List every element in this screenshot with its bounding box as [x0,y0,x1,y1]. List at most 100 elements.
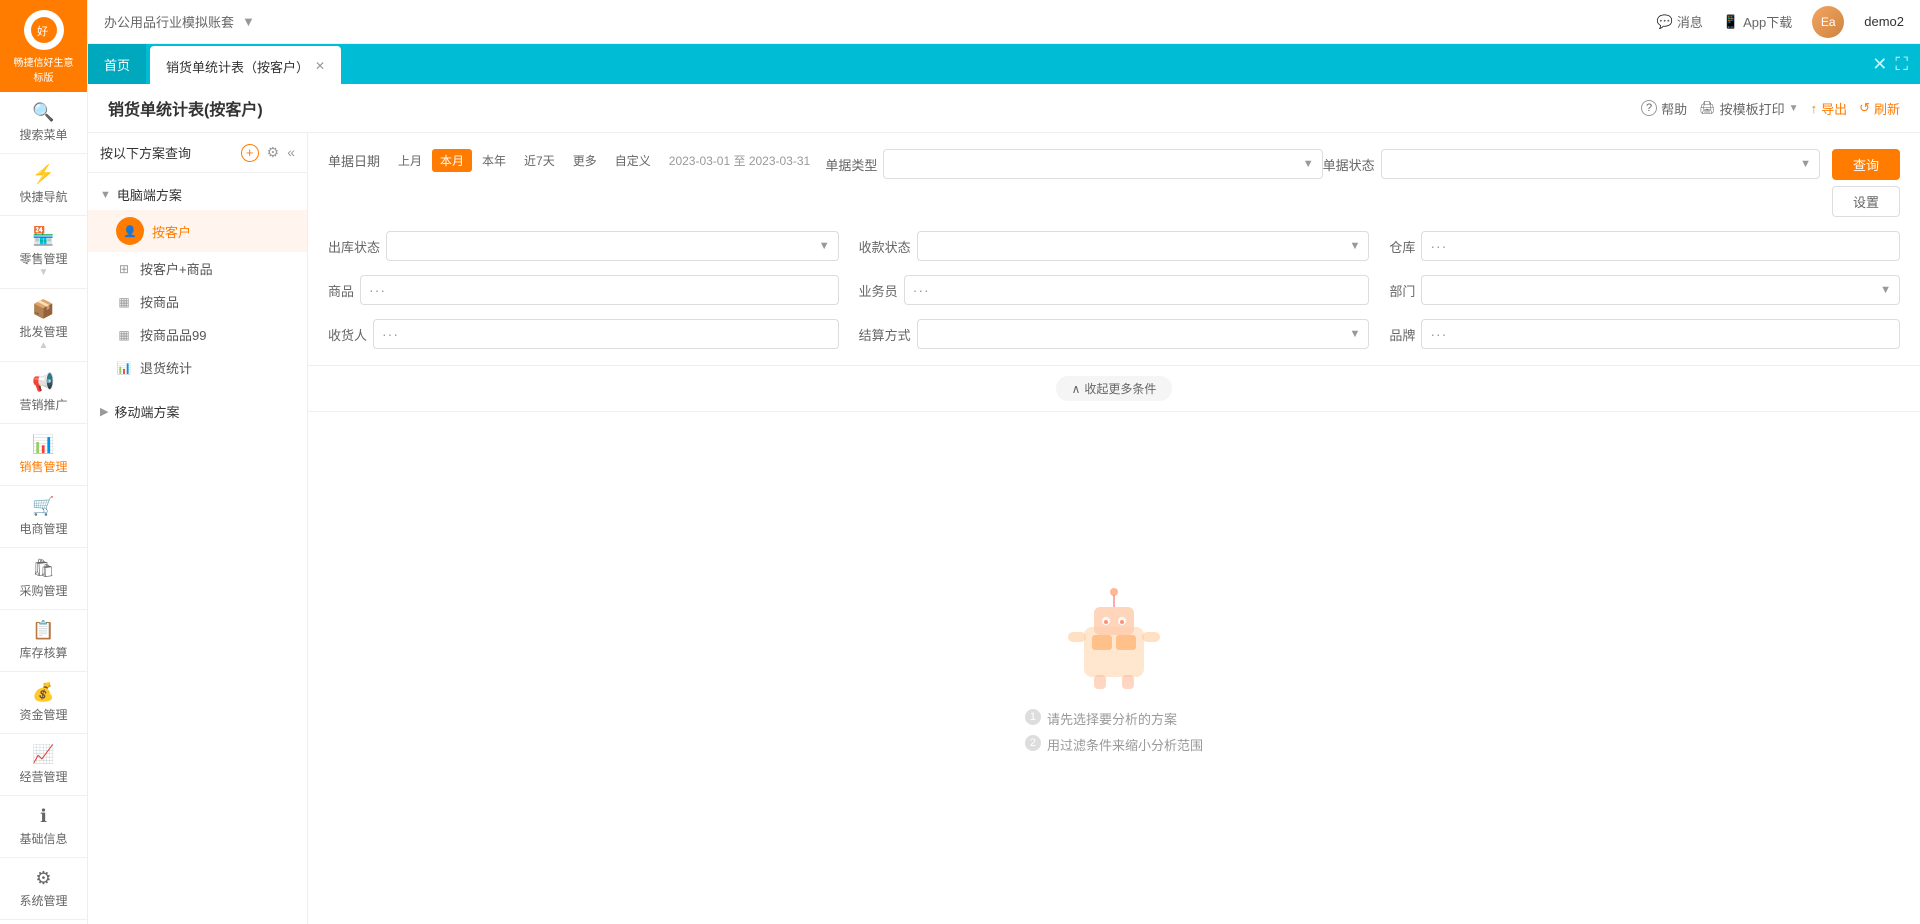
collapse-panel-icon[interactable]: « [287,144,295,162]
logo-icon: 好 [24,10,64,50]
help-btn[interactable]: ? 帮助 [1641,99,1687,118]
tip-item-2: 2 用过滤条件来缩小分析范围 [1025,733,1203,759]
mobile-scheme-group-header[interactable]: ▶ 移动端方案 [88,396,307,427]
status-input[interactable]: ▼ [1381,149,1820,179]
pc-group-label: 电脑端方案 [117,185,182,204]
sidebar-item-search[interactable]: 🔍 搜索菜单 [0,92,87,154]
query-button[interactable]: 查询 [1832,149,1900,180]
sidebar: 好 畅捷信好生意 标版 🔍 搜索菜单 ⚡ 快捷导航 🏪 零售管理 ▼ 📦 批发管… [0,0,88,924]
sidebar-item-system[interactable]: ⚙ 系统管理 [0,858,87,920]
goods-dots: ··· [369,282,386,298]
scheme-item-return-stat[interactable]: 📊 退货统计 [88,351,307,384]
sidebar-item-basic[interactable]: ℹ 基础信息 [0,796,87,858]
tab-close-all-icon[interactable]: ✕ [1872,54,1887,75]
sidebar-item-retail[interactable]: 🏪 零售管理 ▼ [0,216,87,289]
sidebar-item-sales[interactable]: 📊 销售管理 [0,424,87,486]
collapse-btn[interactable]: ∧ 收起更多条件 [1056,376,1173,401]
tab-close-icon[interactable]: ✕ [315,59,325,73]
top-header-left: 办公用品行业模拟账套 ▼ [104,12,255,31]
page-content: 销货单统计表(按客户) ? 帮助 🖨 按模板打印 ▼ ↑ 导出 ↺ 刷新 [88,84,1920,924]
date-tab-this-year[interactable]: 本年 [474,149,514,172]
sidebar-item-label: 搜索菜单 [19,126,67,143]
tab-expand-icon[interactable]: ⛶ [1895,54,1908,75]
mobile-group-arrow: ▶ [100,405,108,418]
pc-scheme-group-header[interactable]: ▼ 电脑端方案 [88,179,307,210]
sidebar-item-wholesale[interactable]: 📦 批发管理 ▲ [0,289,87,362]
receiver-dots: ··· [382,326,399,342]
svg-text:好: 好 [37,24,48,38]
username[interactable]: demo2 [1864,14,1904,29]
page-actions: ? 帮助 🖨 按模板打印 ▼ ↑ 导出 ↺ 刷新 [1641,99,1900,118]
app-download-btn[interactable]: 📱 App下载 [1723,12,1792,31]
tab-right-controls: ✕ ⛶ [1872,54,1920,75]
out-status-input[interactable]: ▼ [386,231,839,261]
empty-illustration [1054,577,1174,697]
scheme-item-customer-goods[interactable]: ⊞ 按客户+商品 [88,252,307,285]
customer-dot-icon: 👤 [123,225,137,238]
date-tab-last-month[interactable]: 上月 [390,149,430,172]
add-scheme-icon[interactable]: + [241,144,259,162]
tip-text-2: 用过滤条件来缩小分析范围 [1047,733,1203,759]
scheme-item-by-customer[interactable]: 👤 按客户 [88,210,307,252]
dept-input[interactable]: ▼ [1421,275,1900,305]
customer-active-dot: 👤 [116,217,144,245]
collapse-label: 收起更多条件 [1084,380,1156,397]
sidebar-item-quicknav[interactable]: ⚡ 快捷导航 [0,154,87,216]
sidebar-item-enterprise[interactable]: 🤝 企业协同 [0,920,87,924]
tab-sales-stat[interactable]: 销货单统计表（按客户） ✕ [150,46,341,86]
settings-button[interactable]: 设置 [1832,186,1900,217]
scheme-item-by-goods-99[interactable]: ▦ 按商品品99 [88,318,307,351]
scheme-header-label: 按以下方案查询 [100,143,191,162]
sidebar-item-finance[interactable]: 💰 资金管理 [0,672,87,734]
settlement-dropdown-icon: ▼ [1349,328,1360,340]
message-btn[interactable]: 💬 消息 [1657,12,1703,31]
empty-tips: 1 请先选择要分析的方案 2 用过滤条件来缩小分析范围 [1025,707,1203,759]
settlement-input[interactable]: ▼ [917,319,1370,349]
receiver-input[interactable]: ··· [373,319,839,349]
scheme-item-label: 退货统计 [140,358,192,377]
tab-home[interactable]: 首页 [88,44,146,84]
top-header-right: 💬 消息 📱 App下载 Ea demo2 [1657,6,1904,38]
finance-icon: 💰 [32,682,54,703]
date-label: 单据日期 [328,151,384,170]
goods-input[interactable]: ··· [360,275,839,305]
type-dropdown-icon: ▼ [1303,158,1314,170]
sidebar-item-operation[interactable]: 📈 经营管理 [0,734,87,796]
settlement-label: 结算方式 [859,325,911,344]
pc-scheme-group: ▼ 电脑端方案 👤 按客户 ⊞ 按客户+商品 [88,173,307,390]
two-panel: 按以下方案查询 + ⚙ « ▼ 电脑端方案 [88,133,1920,924]
left-panel-header: 按以下方案查询 + ⚙ « [88,133,307,173]
date-tab-custom[interactable]: 自定义 [607,149,659,172]
by-goods-99-icon: ▦ [116,327,132,343]
download-icon: 📱 [1723,14,1739,30]
sidebar-item-ecom[interactable]: 🛒 电商管理 [0,486,87,548]
sidebar-item-inventory[interactable]: 📋 库存核算 [0,610,87,672]
sidebar-item-marketing[interactable]: 📢 营销推广 [0,362,87,424]
user-avatar[interactable]: Ea [1812,6,1844,38]
template-print-btn[interactable]: 🖨 按模板打印 ▼ [1699,99,1798,118]
status-filter-label: 单据状态 [1323,155,1375,174]
dropdown-icon[interactable]: ▼ [242,14,255,29]
main-content: 办公用品行业模拟账套 ▼ 💬 消息 📱 App下载 Ea demo2 首页 销货… [88,0,1920,924]
date-tab-7days[interactable]: 近7天 [516,149,563,172]
print-icon: 🖨 [1699,100,1716,116]
receive-dropdown-icon: ▼ [1349,240,1360,252]
by-goods-icon: ▦ [116,294,132,310]
receive-status-input[interactable]: ▼ [917,231,1370,261]
industry-label: 办公用品行业模拟账套 [104,12,234,31]
staff-dots: ··· [913,282,930,298]
app-logo: 好 畅捷信好生意 标版 [0,0,87,92]
date-tab-more[interactable]: 更多 [565,149,605,172]
refresh-btn[interactable]: ↺ 刷新 [1859,99,1900,118]
settings-scheme-icon[interactable]: ⚙ [267,144,280,162]
brand-input[interactable]: ··· [1421,319,1900,349]
type-input[interactable]: ▼ [883,149,1322,179]
warehouse-input[interactable]: ··· [1421,231,1900,261]
date-tab-this-month[interactable]: 本月 [432,149,472,172]
sidebar-item-label: 营销推广 [19,396,67,413]
export-btn[interactable]: ↑ 导出 [1811,99,1848,118]
sidebar-item-purchase[interactable]: 🛍 采购管理 [0,548,87,610]
message-label: 消息 [1677,12,1703,31]
staff-input[interactable]: ··· [904,275,1370,305]
scheme-item-by-goods[interactable]: ▦ 按商品 [88,285,307,318]
